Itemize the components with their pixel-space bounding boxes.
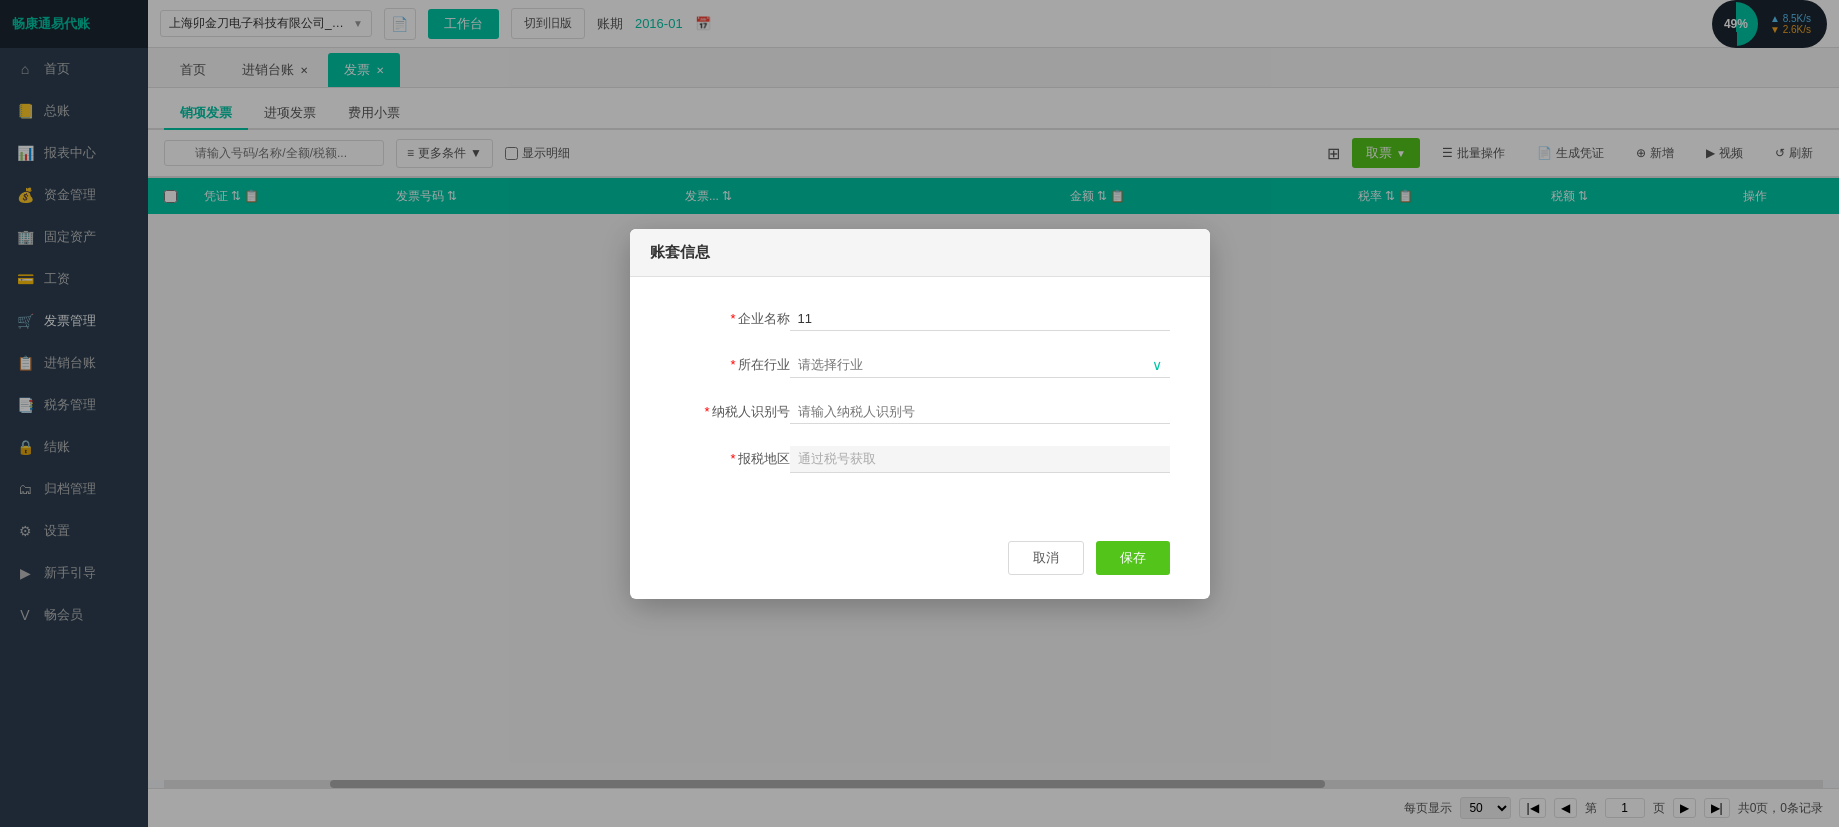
- form-label-company-name: *企业名称: [670, 310, 790, 328]
- form-row-tax-region: *报税地区通过税号获取: [670, 446, 1170, 473]
- dialog-body: *企业名称 *所在行业 ∨ *纳税人识别号 *报税地区通过税号获取: [630, 277, 1210, 525]
- select-arrow-icon-industry: ∨: [1152, 357, 1162, 373]
- form-select-industry[interactable]: ∨: [790, 353, 1170, 378]
- dialog: 账套信息 *企业名称 *所在行业 ∨ *纳税人识别号 *报税地区通过税号获取 取消 保…: [630, 229, 1210, 599]
- save-button[interactable]: 保存: [1096, 541, 1170, 575]
- form-label-tax-region: *报税地区: [670, 450, 790, 468]
- form-input-company-name[interactable]: [790, 307, 1170, 331]
- form-input-tax-region: 通过税号获取: [790, 446, 1170, 473]
- dialog-footer: 取消 保存: [630, 525, 1210, 599]
- cancel-button[interactable]: 取消: [1008, 541, 1084, 575]
- required-mark-company-name: *: [730, 311, 735, 326]
- form-row-tax-id: *纳税人识别号: [670, 400, 1170, 424]
- dialog-overlay: 账套信息 *企业名称 *所在行业 ∨ *纳税人识别号 *报税地区通过税号获取 取消 保…: [0, 0, 1839, 827]
- required-mark-industry: *: [730, 357, 735, 372]
- form-label-tax-id: *纳税人识别号: [670, 403, 790, 421]
- form-input-tax-id[interactable]: [790, 400, 1170, 424]
- form-select-input-industry[interactable]: [798, 357, 1152, 372]
- required-mark-tax-region: *: [730, 451, 735, 466]
- form-row-company-name: *企业名称: [670, 307, 1170, 331]
- dialog-header: 账套信息: [630, 229, 1210, 277]
- dialog-title: 账套信息: [650, 243, 710, 260]
- form-label-industry: *所在行业: [670, 356, 790, 374]
- form-row-industry: *所在行业 ∨: [670, 353, 1170, 378]
- required-mark-tax-id: *: [704, 404, 709, 419]
